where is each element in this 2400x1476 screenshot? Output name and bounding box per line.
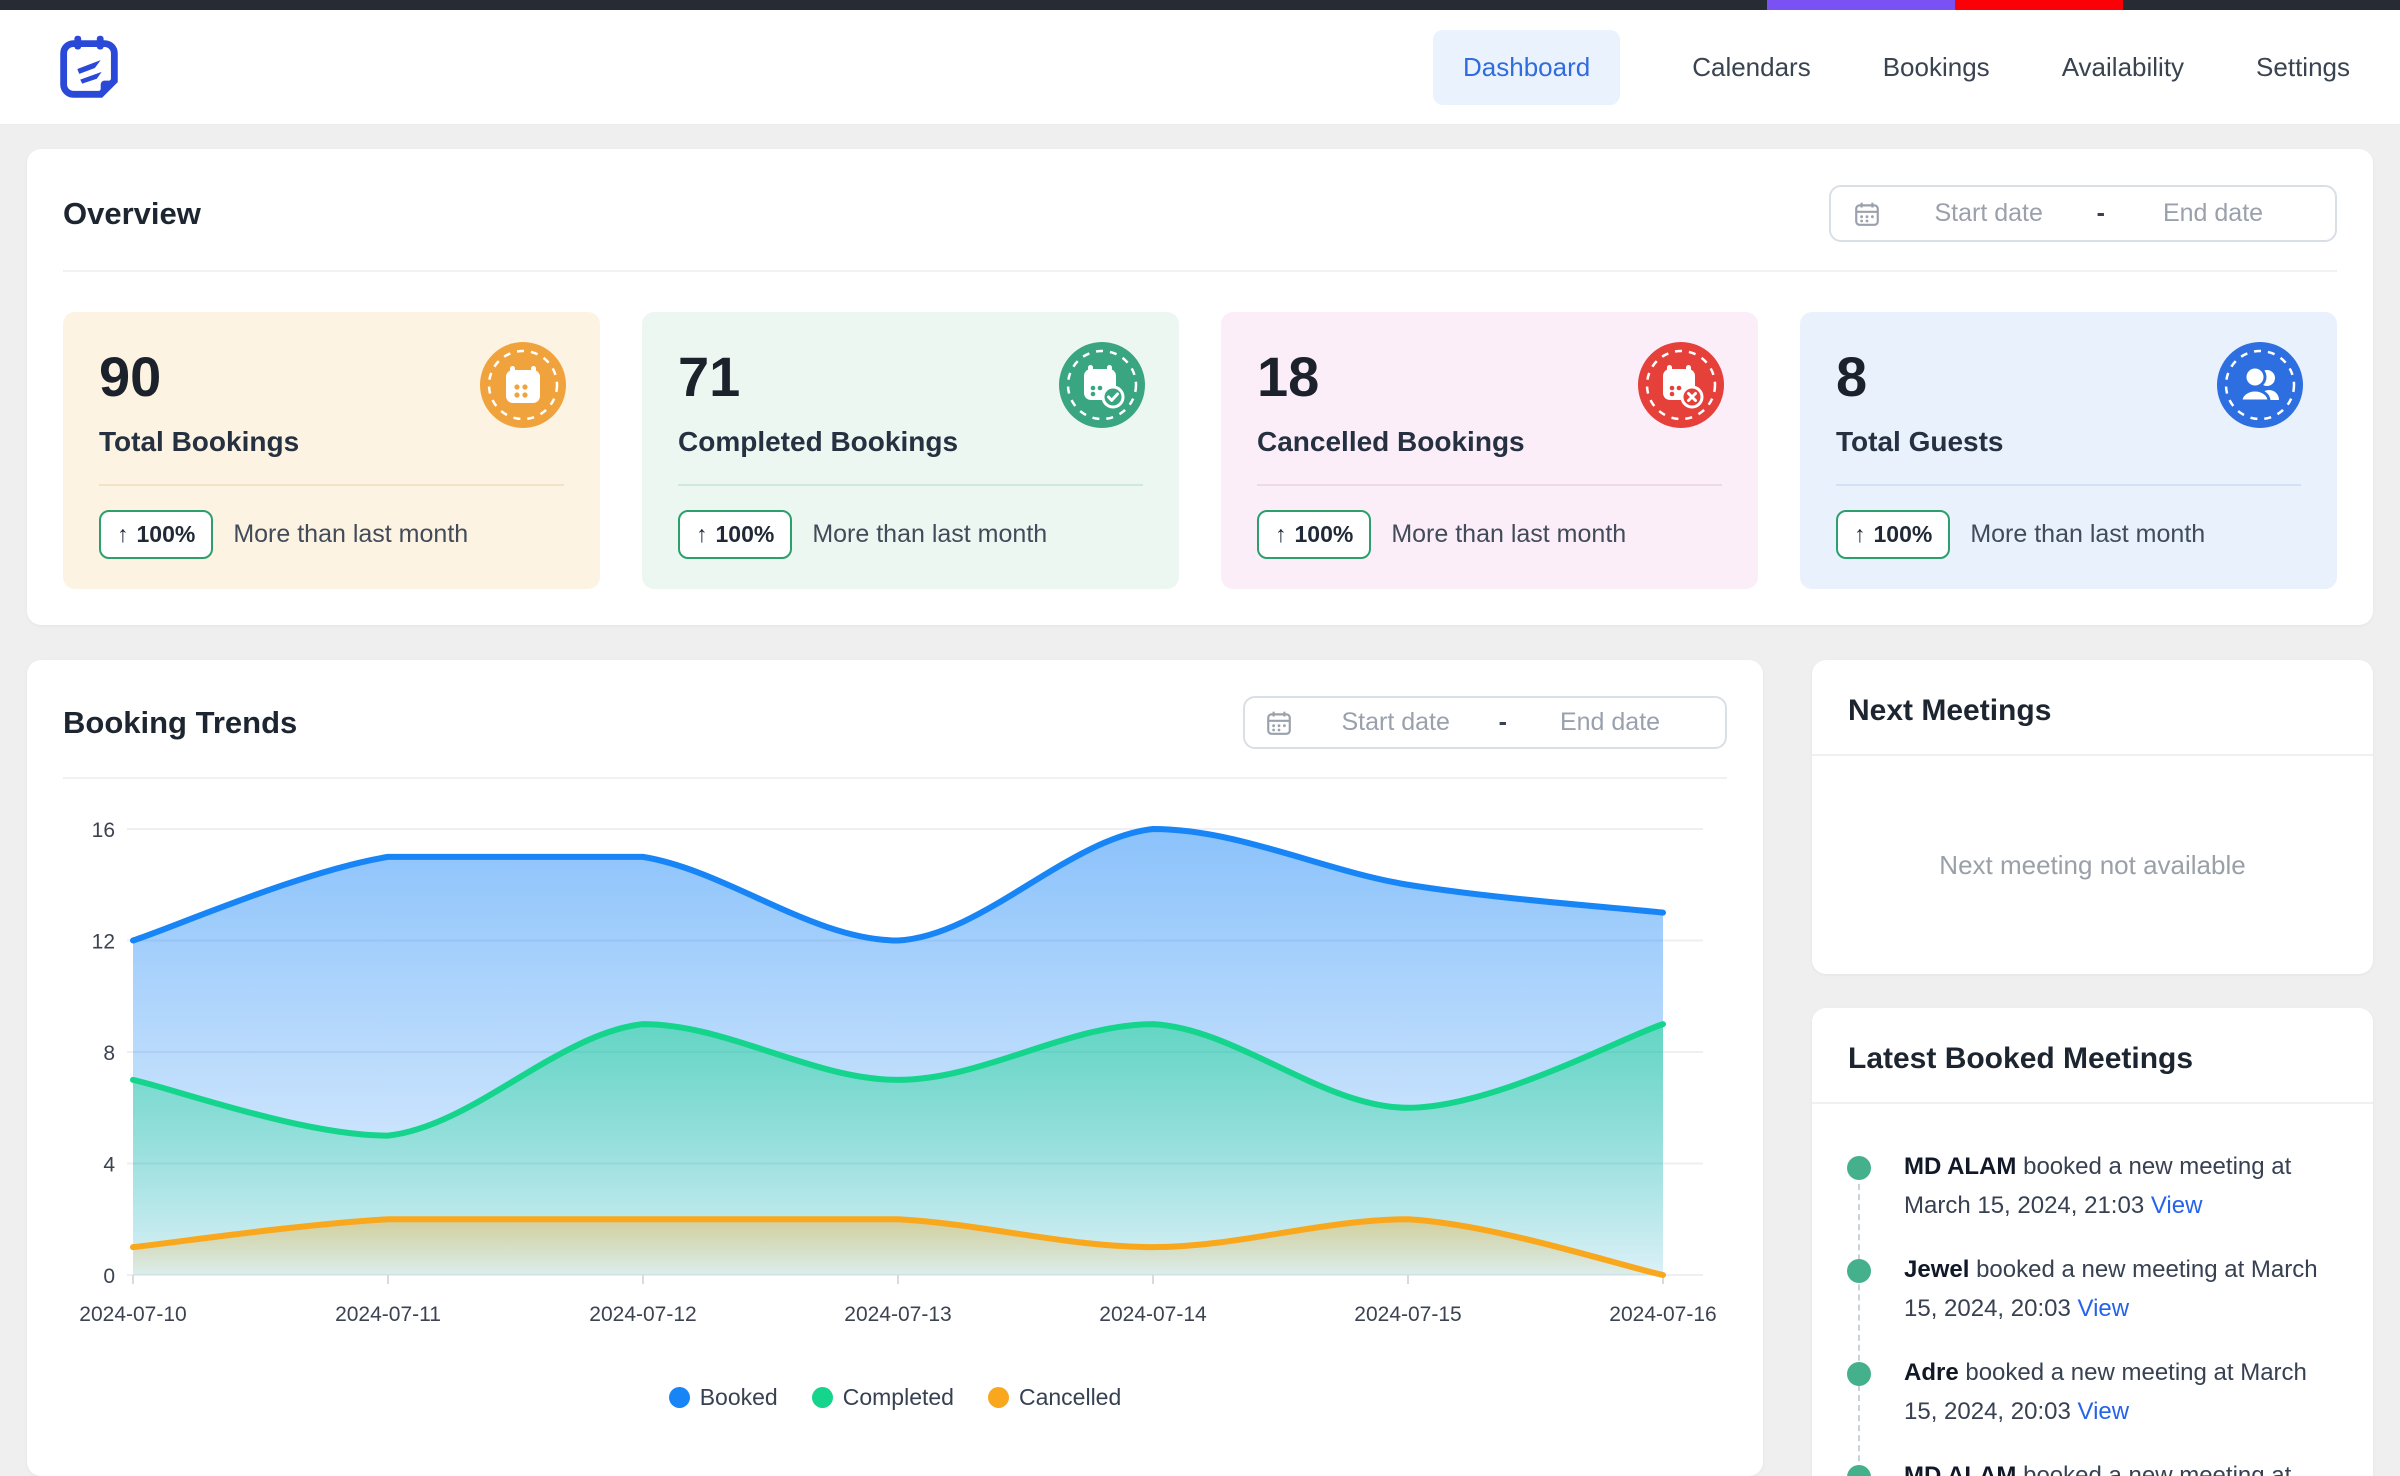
start-date-input[interactable] [1889, 199, 2089, 228]
calendar-icon [1853, 200, 1881, 228]
legend-dot-cancelled [988, 1387, 1009, 1408]
legend-dot-booked [669, 1387, 690, 1408]
calendar-icon [1265, 709, 1293, 737]
trends-divider [63, 777, 1727, 779]
svg-text:16: 16 [92, 819, 115, 842]
latest-meetings-title: Latest Booked Meetings [1812, 1008, 2373, 1102]
view-meeting-link[interactable]: View [2078, 1295, 2130, 1322]
stat-divider [1836, 484, 2301, 486]
area-chart: 0 4 8 12 16 2024-07-10 2024-07-11 2024-07-12 202… [63, 805, 1727, 1373]
stat-growth-badge: ↑ 100% [678, 510, 792, 559]
arrow-up-icon: ↑ [117, 521, 129, 548]
stat-card-total-bookings: 90 Total Bookings ↑ [63, 312, 600, 589]
meetings-timeline: MD ALAM booked a new meeting at March 15… [1812, 1104, 2373, 1476]
stat-divider [1257, 484, 1722, 486]
app-logo[interactable] [50, 28, 128, 106]
end-date-input[interactable] [2113, 199, 2313, 228]
svg-text:2024-07-15: 2024-07-15 [1354, 1303, 1461, 1326]
svg-text:0: 0 [103, 1265, 115, 1288]
booking-trends-card: Booking Trends - 0 4 8 [27, 660, 1763, 1476]
overview-date-range-picker[interactable]: - [1829, 185, 2337, 242]
main-content: Overview - 90 [0, 125, 2400, 1476]
svg-text:2024-07-10: 2024-07-10 [79, 1303, 186, 1326]
svg-text:2024-07-14: 2024-07-14 [1099, 1303, 1207, 1326]
booking-trends-chart: 0 4 8 12 16 2024-07-10 2024-07-11 2024-07-12 202… [63, 805, 1727, 1411]
svg-text:8: 8 [103, 1042, 115, 1065]
trends-date-range-picker[interactable]: - [1243, 696, 1727, 749]
top-navigation: Dashboard Calendars Bookings Availabilit… [0, 10, 2400, 125]
view-meeting-link[interactable]: View [2078, 1398, 2130, 1425]
legend-item-completed[interactable]: Completed [812, 1384, 954, 1411]
stat-note: More than last month [1391, 520, 1626, 549]
top-accent-bar [0, 0, 2400, 10]
next-meetings-card: Next Meetings Next meeting not available [1812, 660, 2373, 974]
svg-text:2024-07-12: 2024-07-12 [589, 1303, 696, 1326]
arrow-up-icon: ↑ [1275, 521, 1287, 548]
accent-segment-red [1955, 0, 2123, 10]
date-range-separator: - [2097, 199, 2105, 228]
timeline-dot-icon [1847, 1156, 1871, 1180]
calendar-cancel-icon [1638, 342, 1724, 428]
view-meeting-link[interactable]: View [2151, 1192, 2203, 1219]
stat-divider [678, 484, 1143, 486]
meeting-list-item: Jewel booked a new meeting at March 15, … [1848, 1251, 2337, 1329]
svg-text:4: 4 [103, 1154, 115, 1177]
svg-text:2024-07-11: 2024-07-11 [335, 1303, 441, 1326]
chart-legend: Booked Completed Cancelled [63, 1384, 1727, 1411]
calendar-icon [480, 342, 566, 428]
stat-card-cancelled-bookings: 18 Cancelled Bookings [1221, 312, 1758, 589]
nav-item-availability[interactable]: Availability [2062, 52, 2184, 83]
meeting-list-item: Adre booked a new meeting at March 15, 2… [1848, 1354, 2337, 1432]
stat-label: Cancelled Bookings [1257, 426, 1722, 458]
nav-item-settings[interactable]: Settings [2256, 52, 2350, 83]
next-meeting-empty-text: Next meeting not available [1939, 850, 2245, 881]
stat-divider [99, 484, 564, 486]
stat-note: More than last month [233, 520, 468, 549]
guests-icon [2217, 342, 2303, 428]
stat-growth-badge: ↑ 100% [99, 510, 213, 559]
timeline-dot-icon [1847, 1465, 1871, 1476]
stat-label: Completed Bookings [678, 426, 1143, 458]
calendar-pen-logo-icon [50, 28, 128, 106]
legend-item-cancelled[interactable]: Cancelled [988, 1384, 1121, 1411]
stats-row: 90 Total Bookings ↑ [63, 312, 2337, 589]
overview-divider [63, 270, 2337, 272]
meeting-list-item: MD ALAM booked a new meeting at March 15… [1848, 1148, 2337, 1226]
overview-card: Overview - 90 [27, 149, 2373, 625]
stat-note: More than last month [1970, 520, 2205, 549]
booking-trends-title: Booking Trends [63, 705, 297, 741]
svg-text:2024-07-13: 2024-07-13 [844, 1303, 951, 1326]
date-range-separator: - [1499, 708, 1507, 737]
svg-text:12: 12 [92, 931, 115, 954]
legend-dot-completed [812, 1387, 833, 1408]
nav-menu: Dashboard Calendars Bookings Availabilit… [1433, 30, 2350, 105]
nav-item-bookings[interactable]: Bookings [1883, 52, 1990, 83]
stat-label: Total Guests [1836, 426, 2301, 458]
arrow-up-icon: ↑ [696, 521, 708, 548]
timeline-dot-icon [1847, 1362, 1871, 1386]
stat-label: Total Bookings [99, 426, 564, 458]
arrow-up-icon: ↑ [1854, 521, 1866, 548]
calendar-check-icon [1059, 342, 1145, 428]
stat-note: More than last month [812, 520, 1047, 549]
legend-item-booked[interactable]: Booked [669, 1384, 778, 1411]
overview-title: Overview [63, 196, 201, 232]
next-meetings-title: Next Meetings [1812, 660, 2373, 754]
meeting-list-item: MD ALAM booked a new meeting at March 15… [1848, 1457, 2337, 1476]
stat-card-total-guests: 8 Total Guests ↑ 100% [1800, 312, 2337, 589]
latest-booked-meetings-card: Latest Booked Meetings MD ALAM booked a … [1812, 1008, 2373, 1476]
end-date-input[interactable] [1515, 708, 1705, 737]
nav-item-dashboard[interactable]: Dashboard [1433, 30, 1620, 105]
start-date-input[interactable] [1301, 708, 1491, 737]
nav-item-calendars[interactable]: Calendars [1692, 52, 1811, 83]
stat-card-completed-bookings: 71 Completed Bookings [642, 312, 1179, 589]
right-sidebar: Next Meetings Next meeting not available… [1812, 660, 2373, 1476]
accent-segment-purple [1767, 0, 1955, 10]
timeline-dot-icon [1847, 1259, 1871, 1283]
svg-text:2024-07-16: 2024-07-16 [1609, 1303, 1716, 1326]
stat-growth-badge: ↑ 100% [1836, 510, 1950, 559]
stat-growth-badge: ↑ 100% [1257, 510, 1371, 559]
